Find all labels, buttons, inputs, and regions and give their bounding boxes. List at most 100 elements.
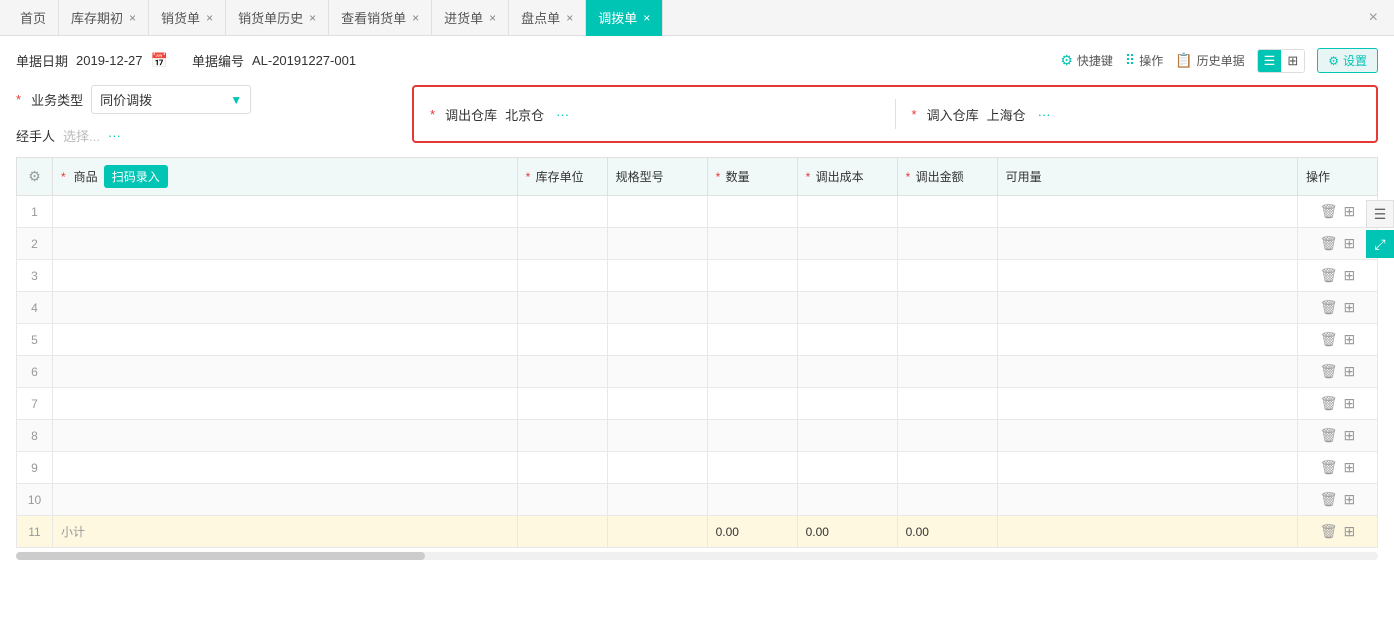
table-settings-icon[interactable]: ⚙	[28, 168, 41, 185]
amount-cell[interactable]	[897, 420, 997, 452]
copy-icon[interactable]: ⊞	[1344, 203, 1356, 220]
tab-transfer-order[interactable]: 调拨单 ×	[586, 0, 663, 36]
unit-cell[interactable]	[517, 260, 607, 292]
amount-cell[interactable]	[897, 452, 997, 484]
list-view-button[interactable]: ☰	[1258, 50, 1282, 72]
product-cell[interactable]	[53, 196, 518, 228]
product-cell[interactable]	[53, 452, 518, 484]
close-purchase-order-icon[interactable]: ×	[489, 11, 496, 25]
tab-inventory-init[interactable]: 库存期初 ×	[59, 0, 149, 36]
available-cell[interactable]	[997, 324, 1297, 356]
copy-icon[interactable]: ⊞	[1344, 299, 1356, 316]
cost-cell[interactable]	[797, 196, 897, 228]
th-settings[interactable]: ⚙	[17, 158, 53, 196]
close-sales-order-icon[interactable]: ×	[206, 11, 213, 25]
transfer-out-more-button[interactable]: ···	[552, 107, 573, 122]
transfer-in-more-button[interactable]: ···	[1034, 107, 1055, 122]
cost-cell[interactable]	[797, 324, 897, 356]
spec-cell[interactable]	[607, 420, 707, 452]
delete-icon[interactable]: 🗑	[1320, 363, 1338, 380]
tab-home[interactable]: 首页	[8, 0, 59, 36]
spec-cell[interactable]	[607, 196, 707, 228]
copy-icon[interactable]: ⊞	[1344, 267, 1356, 284]
qty-cell[interactable]	[707, 228, 797, 260]
qty-cell[interactable]	[707, 196, 797, 228]
spec-cell[interactable]	[607, 292, 707, 324]
tab-inventory-count[interactable]: 盘点单 ×	[509, 0, 586, 36]
qty-cell[interactable]	[707, 260, 797, 292]
cost-cell[interactable]	[797, 420, 897, 452]
product-cell[interactable]	[53, 228, 518, 260]
cost-cell[interactable]	[797, 484, 897, 516]
cost-cell[interactable]	[797, 452, 897, 484]
amount-cell[interactable]	[897, 196, 997, 228]
unit-cell[interactable]	[517, 228, 607, 260]
spec-cell[interactable]	[607, 356, 707, 388]
product-cell[interactable]	[53, 356, 518, 388]
product-cell[interactable]	[53, 388, 518, 420]
qty-cell[interactable]	[707, 420, 797, 452]
available-cell[interactable]	[997, 260, 1297, 292]
qty-cell[interactable]	[707, 356, 797, 388]
spec-cell[interactable]	[607, 484, 707, 516]
product-cell[interactable]	[53, 324, 518, 356]
scan-input-button[interactable]: 扫码录入	[104, 165, 168, 188]
tab-sales-history[interactable]: 销货单历史 ×	[226, 0, 329, 36]
product-cell[interactable]	[53, 292, 518, 324]
grid-view-button[interactable]: ⊞	[1281, 50, 1304, 72]
cost-cell[interactable]	[797, 260, 897, 292]
spec-cell[interactable]	[607, 388, 707, 420]
available-cell[interactable]	[997, 196, 1297, 228]
copy-icon[interactable]: ⊞	[1344, 331, 1356, 348]
amount-cell[interactable]	[897, 356, 997, 388]
close-inventory-init-icon[interactable]: ×	[129, 11, 136, 25]
horizontal-scrollbar[interactable]	[16, 552, 1378, 560]
available-cell[interactable]	[997, 452, 1297, 484]
qty-cell[interactable]	[707, 388, 797, 420]
amount-cell[interactable]	[897, 324, 997, 356]
business-type-dropdown[interactable]: 同价调拨 ▼	[91, 85, 251, 114]
cost-cell[interactable]	[797, 292, 897, 324]
unit-cell[interactable]	[517, 484, 607, 516]
tab-purchase-order[interactable]: 进货单 ×	[432, 0, 509, 36]
spec-cell[interactable]	[607, 228, 707, 260]
amount-cell[interactable]	[897, 260, 997, 292]
calendar-icon[interactable]: 📅	[151, 52, 168, 69]
cost-cell[interactable]	[797, 356, 897, 388]
operations-button[interactable]: ⠿ 操作	[1125, 52, 1163, 69]
delete-icon[interactable]: 🗑	[1320, 491, 1338, 508]
delete-icon[interactable]: 🗑	[1320, 299, 1338, 316]
amount-cell[interactable]	[897, 228, 997, 260]
handler-more-button[interactable]: ···	[104, 128, 125, 143]
unit-cell[interactable]	[517, 196, 607, 228]
history-button[interactable]: 📋 历史单据	[1175, 52, 1244, 69]
spec-cell[interactable]	[607, 324, 707, 356]
close-transfer-order-icon[interactable]: ×	[643, 11, 650, 25]
copy-icon[interactable]: ⊞	[1344, 395, 1356, 412]
qty-cell[interactable]	[707, 292, 797, 324]
unit-cell[interactable]	[517, 356, 607, 388]
available-cell[interactable]	[997, 228, 1297, 260]
spec-cell[interactable]	[607, 260, 707, 292]
delete-icon[interactable]: 🗑	[1320, 267, 1338, 284]
delete-icon[interactable]: 🗑	[1320, 331, 1338, 348]
tab-view-sales[interactable]: 查看销货单 ×	[329, 0, 432, 36]
amount-cell[interactable]	[897, 292, 997, 324]
copy-icon[interactable]: ⊞	[1344, 363, 1356, 380]
close-inventory-count-icon[interactable]: ×	[566, 11, 573, 25]
delete-icon[interactable]: 🗑	[1320, 395, 1338, 412]
spec-cell[interactable]	[607, 452, 707, 484]
qty-cell[interactable]	[707, 324, 797, 356]
product-cell[interactable]	[53, 260, 518, 292]
available-cell[interactable]	[997, 292, 1297, 324]
shortcuts-button[interactable]: ⚙ 快捷键	[1060, 52, 1113, 69]
float-expand-button[interactable]: ⤢	[1366, 230, 1394, 258]
close-all-tabs-button[interactable]: ×	[1361, 9, 1386, 27]
scrollbar-thumb[interactable]	[16, 552, 425, 560]
unit-cell[interactable]	[517, 388, 607, 420]
settings-button[interactable]: ⚙ 设置	[1317, 48, 1378, 73]
tab-sales-order[interactable]: 销货单 ×	[149, 0, 226, 36]
copy-icon[interactable]: ⊞	[1344, 459, 1356, 476]
unit-cell[interactable]	[517, 324, 607, 356]
product-cell[interactable]	[53, 420, 518, 452]
